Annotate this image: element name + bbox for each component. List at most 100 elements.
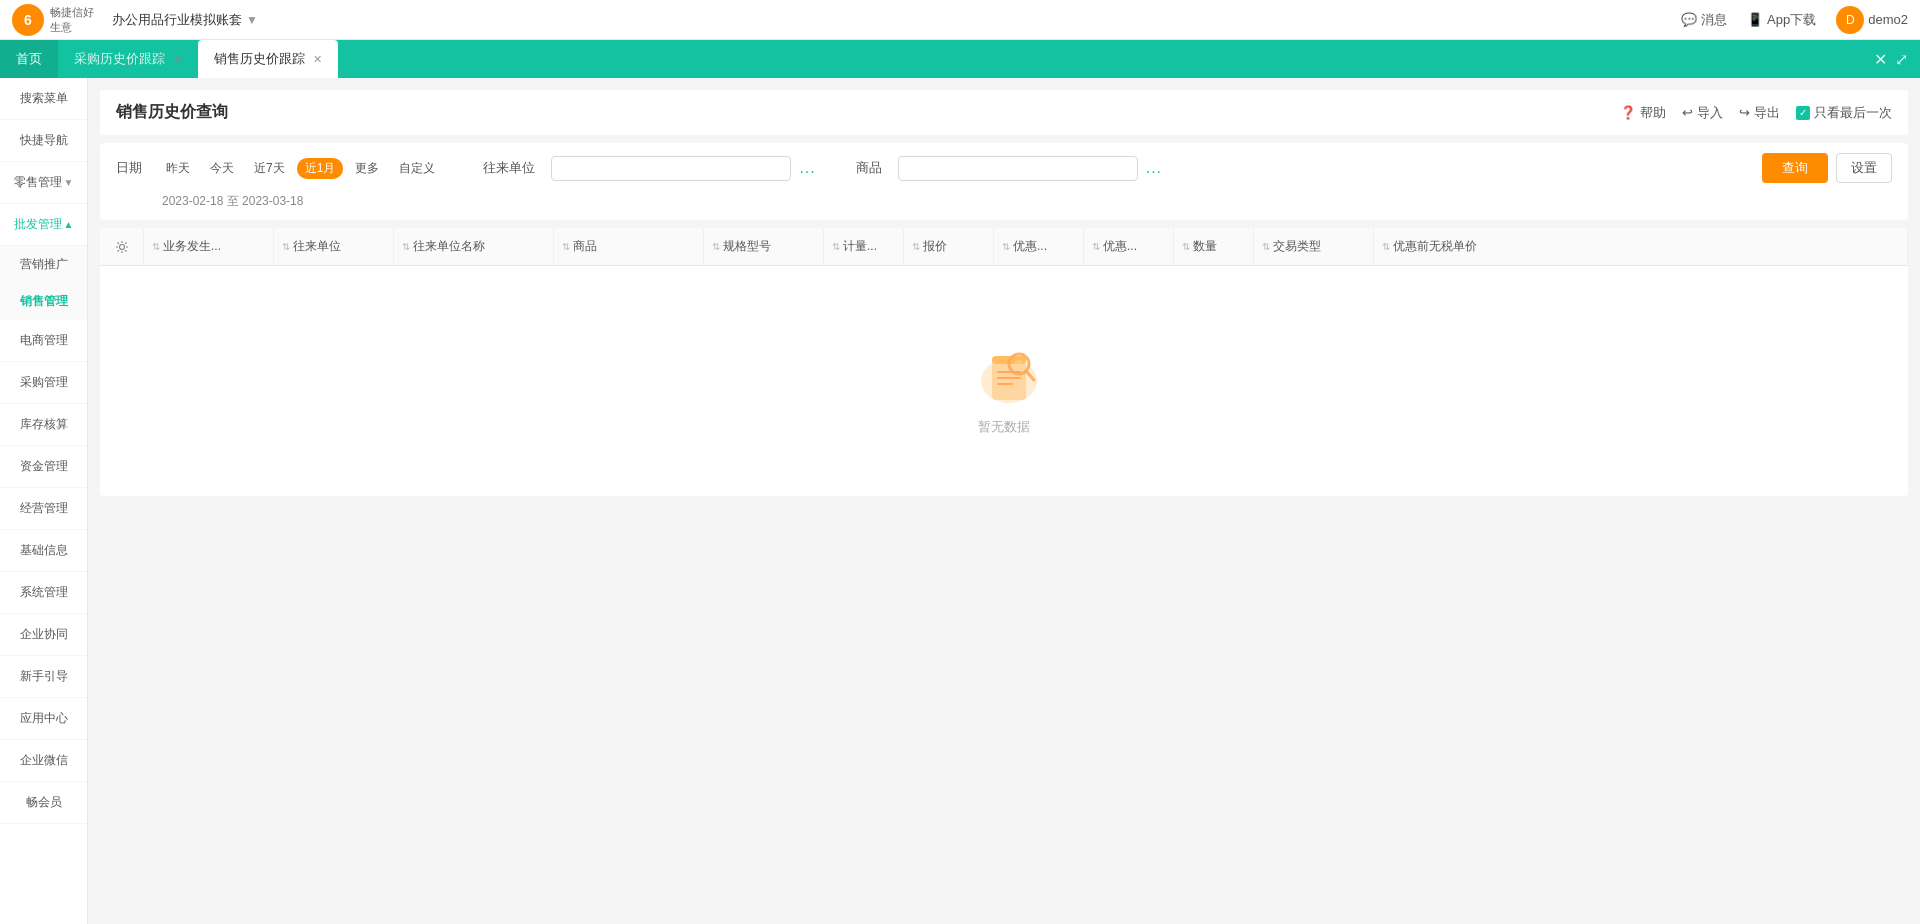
- messages-button[interactable]: 💬 消息: [1681, 11, 1727, 29]
- filter-row-1: 日期 昨天 今天 近7天 近1月 更多 自定义 往来单位 ...: [116, 153, 1892, 183]
- sidebar-item-app-center[interactable]: 应用中心: [0, 698, 87, 740]
- logo-icon: 6: [12, 4, 44, 36]
- message-icon: 💬: [1681, 12, 1697, 27]
- sidebar-fund-mgmt-label: 资金管理: [20, 459, 68, 473]
- sidebar-retail-mgmt-label: 零售管理: [14, 174, 62, 191]
- filter-actions: 查询 设置: [1762, 153, 1892, 183]
- app-name: 办公用品行业模拟账套: [112, 11, 242, 29]
- query-button[interactable]: 查询: [1762, 153, 1828, 183]
- sidebar-inventory-label: 库存核算: [20, 417, 68, 431]
- export-label: 导出: [1754, 104, 1780, 122]
- user-profile-button[interactable]: D demo2: [1836, 6, 1908, 34]
- date-btn-7days[interactable]: 近7天: [246, 158, 293, 179]
- counterpart-dots[interactable]: ...: [799, 159, 815, 177]
- sidebar-item-basic-info[interactable]: 基础信息: [0, 530, 87, 572]
- page-header: 销售历史价查询 ❓ 帮助 ↩ 导入 ↪ 导出 ✓: [100, 90, 1908, 135]
- logo-text: 畅捷信好生意: [50, 5, 100, 34]
- sidebar-basic-info-label: 基础信息: [20, 543, 68, 557]
- sidebar-item-marketing[interactable]: 营销推广: [0, 246, 87, 283]
- tab-home[interactable]: 首页: [0, 40, 58, 78]
- col-header-measure[interactable]: ⇅ 计量...: [824, 228, 904, 265]
- counterpart-input[interactable]: [551, 156, 791, 181]
- import-action[interactable]: ↩ 导入: [1682, 104, 1723, 122]
- date-btn-custom[interactable]: 自定义: [391, 158, 443, 179]
- app-selector[interactable]: 办公用品行业模拟账套 ▼: [112, 11, 258, 29]
- filter-row-2: 2023-02-18 至 2023-03-18: [116, 191, 1892, 210]
- tab-sales-history[interactable]: 销售历史价跟踪 ✕: [198, 40, 338, 78]
- tab-purchase-history[interactable]: 采购历史价跟踪 ✕: [58, 40, 198, 78]
- only-latest-checkbox[interactable]: ✓: [1796, 106, 1810, 120]
- only-latest-label: 只看最后一次: [1814, 104, 1892, 122]
- col-measure-sort-icon: ⇅: [832, 241, 840, 252]
- col-pretax-sort-icon: ⇅: [1382, 241, 1390, 252]
- col-header-trade-type[interactable]: ⇅ 交易类型: [1254, 228, 1374, 265]
- page-actions: ❓ 帮助 ↩ 导入 ↪ 导出 ✓ 只看最后一次: [1620, 104, 1892, 122]
- export-icon: ↪: [1739, 105, 1750, 120]
- date-btn-yesterday[interactable]: 昨天: [158, 158, 198, 179]
- sidebar-item-retail-mgmt[interactable]: 零售管理 ▼: [0, 162, 87, 204]
- sidebar-item-purchase-mgmt[interactable]: 采购管理: [0, 362, 87, 404]
- sidebar-item-fund-mgmt[interactable]: 资金管理: [0, 446, 87, 488]
- col-qty-sort-icon: ⇅: [1182, 241, 1190, 252]
- col-measure-label: 计量...: [843, 238, 877, 255]
- close-window-icon[interactable]: ✕: [1874, 50, 1887, 69]
- sidebar-item-quick-nav[interactable]: 快捷导航: [0, 120, 87, 162]
- close-tab2-icon[interactable]: ✕: [313, 53, 322, 66]
- close-tab1-icon[interactable]: ✕: [173, 53, 182, 66]
- goods-dots[interactable]: ...: [1146, 159, 1162, 177]
- date-btn-today[interactable]: 今天: [202, 158, 242, 179]
- help-label: 帮助: [1640, 104, 1666, 122]
- sidebar-search-menu-label: 搜索菜单: [20, 91, 68, 105]
- import-icon: ↩: [1682, 105, 1693, 120]
- col-header-unit-code[interactable]: ⇅ 往来单位: [274, 228, 394, 265]
- col-pretax-label: 优惠前无税单价: [1393, 238, 1477, 255]
- date-buttons: 昨天 今天 近7天 近1月 更多 自定义: [158, 158, 443, 179]
- col-quote-sort-icon: ⇅: [912, 241, 920, 252]
- export-action[interactable]: ↪ 导出: [1739, 104, 1780, 122]
- settings-button[interactable]: 设置: [1836, 153, 1892, 183]
- tab-bar: 首页 采购历史价跟踪 ✕ 销售历史价跟踪 ✕ ✕ ⤢: [0, 40, 1920, 78]
- sidebar-purchase-mgmt-label: 采购管理: [20, 375, 68, 389]
- sidebar-item-enterprise[interactable]: 企业协同: [0, 614, 87, 656]
- col-header-pretax[interactable]: ⇅ 优惠前无税单价: [1374, 228, 1908, 265]
- table-container: ⇅ 业务发生... ⇅ 往来单位 ⇅ 往来单位名称 ⇅ 商品: [100, 228, 1908, 496]
- sidebar-item-search-menu[interactable]: 搜索菜单: [0, 78, 87, 120]
- help-icon: ❓: [1620, 105, 1636, 120]
- date-btn-more[interactable]: 更多: [347, 158, 387, 179]
- help-action[interactable]: ❓ 帮助: [1620, 104, 1666, 122]
- col-header-goods[interactable]: ⇅ 商品: [554, 228, 704, 265]
- app-download-button[interactable]: 📱 App下载: [1747, 11, 1816, 29]
- col-header-qty[interactable]: ⇅ 数量: [1174, 228, 1254, 265]
- sidebar-biz-mgmt-label: 经营管理: [20, 501, 68, 515]
- sidebar-item-wholesale-mgmt[interactable]: 批发管理 ▲: [0, 204, 87, 246]
- date-btn-1month[interactable]: 近1月: [297, 158, 344, 179]
- col-goods-sort-icon: ⇅: [562, 241, 570, 252]
- sidebar-item-guide[interactable]: 新手引导: [0, 656, 87, 698]
- col-header-discount2[interactable]: ⇅ 优惠...: [1084, 228, 1174, 265]
- sidebar-marketing-label: 营销推广: [20, 257, 68, 271]
- col-header-discount1[interactable]: ⇅ 优惠...: [994, 228, 1084, 265]
- sidebar-item-inventory[interactable]: 库存核算: [0, 404, 87, 446]
- empty-icon: [964, 326, 1044, 406]
- col-header-quote[interactable]: ⇅ 报价: [904, 228, 994, 265]
- col-header-date[interactable]: ⇅ 业务发生...: [144, 228, 274, 265]
- date-label: 日期: [116, 159, 142, 177]
- goods-input[interactable]: [898, 156, 1138, 181]
- svg-point-9: [1015, 360, 1023, 368]
- sidebar-item-ecom-mgmt[interactable]: 电商管理: [0, 320, 87, 362]
- sidebar-item-member[interactable]: 畅会员: [0, 782, 87, 824]
- sidebar-item-corp-wechat[interactable]: 企业微信: [0, 740, 87, 782]
- maximize-icon[interactable]: ⤢: [1895, 50, 1908, 69]
- sidebar-item-sales-mgmt[interactable]: 销售管理: [0, 283, 87, 320]
- col-header-unit-name[interactable]: ⇅ 往来单位名称: [394, 228, 554, 265]
- table-header-row: ⇅ 业务发生... ⇅ 往来单位 ⇅ 往来单位名称 ⇅ 商品: [100, 228, 1908, 266]
- counterpart-label: 往来单位: [483, 159, 535, 177]
- only-latest-checkbox-label[interactable]: ✓ 只看最后一次: [1796, 104, 1892, 122]
- counterpart-input-group: ...: [551, 156, 815, 181]
- sidebar-item-biz-mgmt[interactable]: 经营管理: [0, 488, 87, 530]
- chevron-up-icon: ▲: [64, 219, 74, 230]
- sidebar-item-sys-mgmt[interactable]: 系统管理: [0, 572, 87, 614]
- col-settings[interactable]: [100, 228, 144, 265]
- content-area: 销售历史价查询 ❓ 帮助 ↩ 导入 ↪ 导出 ✓: [88, 78, 1920, 924]
- col-header-spec[interactable]: ⇅ 规格型号: [704, 228, 824, 265]
